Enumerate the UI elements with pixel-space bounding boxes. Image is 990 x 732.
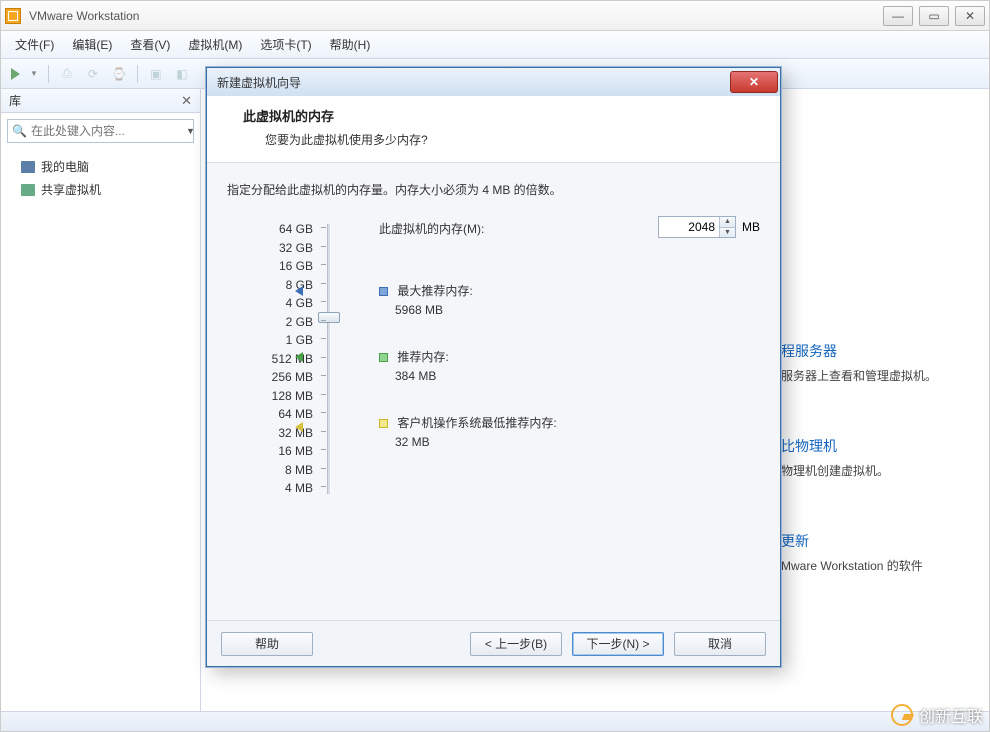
scale-tick: 32 GB bbox=[227, 239, 313, 258]
scale-tick: 4 GB bbox=[227, 294, 313, 313]
maximize-button[interactable]: ▭ bbox=[919, 6, 949, 26]
tile-remote-text: 服务器上查看和管理虚拟机。 bbox=[781, 367, 981, 384]
menu-file[interactable]: 文件(F) bbox=[15, 36, 54, 53]
scale-tick: 64 MB bbox=[227, 405, 313, 424]
scale-tick: 16 GB bbox=[227, 257, 313, 276]
new-vm-wizard-dialog: 新建虚拟机向导 ✕ 此虚拟机的内存 您要为此虚拟机使用多少内存? 指定分配给此虚… bbox=[206, 67, 781, 667]
memory-input[interactable] bbox=[659, 217, 719, 237]
dialog-title: 新建虚拟机向导 bbox=[217, 74, 730, 91]
legend-max-icon bbox=[379, 287, 388, 296]
tile-update-title[interactable]: 更新 bbox=[781, 531, 981, 551]
dialog-heading: 此虚拟机的内存 bbox=[243, 106, 760, 125]
dialog-instruction: 指定分配给此虚拟机的内存量。内存大小必须为 4 MB 的倍数。 bbox=[227, 181, 760, 198]
watermark-icon bbox=[891, 704, 913, 726]
computer-icon bbox=[21, 161, 35, 173]
scale-tick: 4 MB bbox=[227, 479, 313, 498]
shared-icon bbox=[21, 184, 35, 196]
scale-tick: 16 MB bbox=[227, 442, 313, 461]
scale-tick: 128 MB bbox=[227, 387, 313, 406]
menu-tabs[interactable]: 选项卡(T) bbox=[260, 36, 311, 53]
tree-item-label: 共享虚拟机 bbox=[41, 181, 101, 198]
sidebar-title: 库 bbox=[9, 92, 21, 109]
menubar: 文件(F) 编辑(E) 查看(V) 虚拟机(M) 选项卡(T) 帮助(H) bbox=[1, 31, 989, 59]
manage-icon[interactable]: ⌚ bbox=[111, 66, 127, 82]
dialog-subheading: 您要为此虚拟机使用多少内存? bbox=[243, 131, 760, 148]
slider-track bbox=[327, 224, 331, 494]
scale-tick: 1 GB bbox=[227, 331, 313, 350]
marker-max-icon bbox=[295, 286, 303, 296]
back-button[interactable]: < 上一步(B) bbox=[470, 632, 562, 656]
scale-tick: 8 MB bbox=[227, 461, 313, 480]
window-title: VMware Workstation bbox=[29, 9, 883, 23]
window-titlebar: VMware Workstation — ▭ ✕ bbox=[1, 1, 989, 31]
spin-down-icon[interactable]: ▼ bbox=[719, 228, 735, 238]
toolbar-separator bbox=[48, 65, 49, 83]
spin-up-icon[interactable]: ▲ bbox=[719, 217, 735, 228]
marker-min-icon bbox=[295, 422, 303, 432]
watermark: 创新互联 bbox=[891, 703, 983, 727]
menu-help[interactable]: 帮助(H) bbox=[330, 36, 371, 53]
dialog-titlebar: 新建虚拟机向导 ✕ bbox=[207, 68, 780, 96]
memory-input-wrap[interactable]: ▲▼ bbox=[658, 216, 736, 238]
dialog-close-button[interactable]: ✕ bbox=[730, 71, 778, 93]
tree-item-label: 我的电脑 bbox=[41, 158, 89, 175]
home-tiles: 程服务器 服务器上查看和管理虚拟机。 比物理机 物理机创建虚拟机。 更新 Mwa… bbox=[781, 289, 981, 574]
reco-max-label: 最大推荐内存: bbox=[397, 284, 472, 298]
library-tree: 我的电脑 共享虚拟机 bbox=[1, 149, 200, 207]
snapshot-icon[interactable]: ⎙ bbox=[59, 66, 75, 82]
tile-virtualize-title[interactable]: 比物理机 bbox=[781, 436, 981, 456]
toolbar-separator bbox=[137, 65, 138, 83]
fullscreen-icon[interactable]: ▣ bbox=[148, 66, 164, 82]
memory-unit: MB bbox=[742, 220, 760, 234]
scale-tick: 256 MB bbox=[227, 368, 313, 387]
revert-icon[interactable]: ⟳ bbox=[85, 66, 101, 82]
reco-min-value: 32 MB bbox=[379, 435, 557, 449]
reco-max-value: 5968 MB bbox=[379, 303, 473, 317]
tree-item-my-computer[interactable]: 我的电脑 bbox=[11, 155, 190, 178]
dialog-footer: 帮助 < 上一步(B) 下一步(N) > 取消 bbox=[207, 620, 780, 666]
menu-vm[interactable]: 虚拟机(M) bbox=[188, 36, 242, 53]
search-input-wrap[interactable]: 🔍 ▼ bbox=[7, 119, 194, 143]
menu-edit[interactable]: 编辑(E) bbox=[72, 36, 112, 53]
tree-item-shared-vm[interactable]: 共享虚拟机 bbox=[11, 178, 190, 201]
statusbar bbox=[1, 711, 989, 731]
sidebar-header: 库 ✕ bbox=[1, 89, 200, 113]
minimize-button[interactable]: — bbox=[883, 6, 913, 26]
close-button[interactable]: ✕ bbox=[955, 6, 985, 26]
cancel-button[interactable]: 取消 bbox=[674, 632, 766, 656]
scale-tick: 2 GB bbox=[227, 313, 313, 332]
search-icon: 🔍 bbox=[12, 124, 27, 138]
tile-update-text: Mware Workstation 的软件 bbox=[781, 557, 981, 574]
app-icon bbox=[5, 8, 21, 24]
reco-min-label: 客户机操作系统最低推荐内存: bbox=[397, 416, 556, 430]
sidebar-close-icon[interactable]: ✕ bbox=[181, 93, 192, 109]
unity-icon[interactable]: ◧ bbox=[174, 66, 190, 82]
sidebar: 库 ✕ 🔍 ▼ 我的电脑 共享虚拟机 bbox=[1, 89, 201, 711]
legend-rec-icon bbox=[379, 353, 388, 362]
tile-virtualize-text: 物理机创建虚拟机。 bbox=[781, 462, 981, 479]
help-button[interactable]: 帮助 bbox=[221, 632, 313, 656]
next-button[interactable]: 下一步(N) > bbox=[572, 632, 664, 656]
marker-recommended-icon bbox=[295, 352, 303, 362]
scale-tick: 64 GB bbox=[227, 220, 313, 239]
dialog-header: 此虚拟机的内存 您要为此虚拟机使用多少内存? bbox=[207, 96, 780, 163]
slider-thumb[interactable] bbox=[318, 312, 340, 323]
power-on-icon[interactable] bbox=[11, 68, 20, 80]
tile-remote-title[interactable]: 程服务器 bbox=[781, 341, 981, 361]
watermark-text: 创新互联 bbox=[919, 703, 983, 727]
search-input[interactable] bbox=[31, 124, 186, 138]
legend-min-icon bbox=[379, 419, 388, 428]
dialog-body: 指定分配给此虚拟机的内存量。内存大小必须为 4 MB 的倍数。 64 GB 32… bbox=[207, 163, 780, 621]
power-dropdown-icon[interactable]: ▼ bbox=[30, 69, 38, 78]
memory-slider[interactable] bbox=[313, 220, 349, 498]
search-dropdown-icon[interactable]: ▼ bbox=[186, 126, 195, 136]
reco-rec-value: 384 MB bbox=[379, 369, 449, 383]
memory-spinner[interactable]: ▲▼ bbox=[719, 217, 735, 237]
reco-rec-label: 推荐内存: bbox=[397, 350, 448, 364]
menu-view[interactable]: 查看(V) bbox=[130, 36, 170, 53]
